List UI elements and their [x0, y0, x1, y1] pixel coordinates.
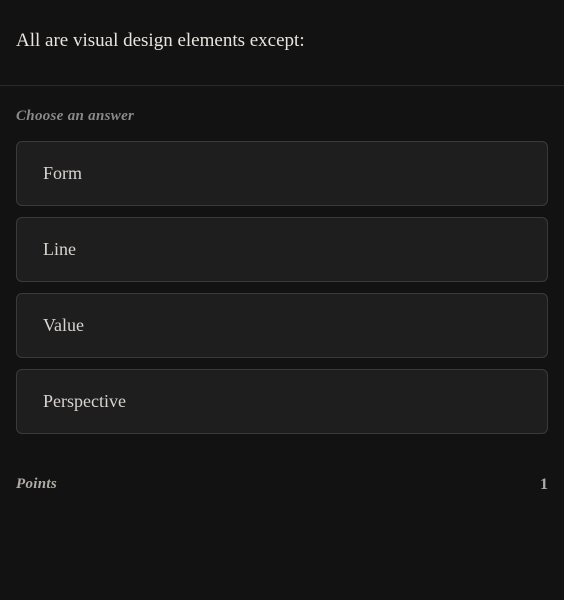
answer-option-value[interactable]: Value	[16, 293, 548, 358]
answer-option-line[interactable]: Line	[16, 217, 548, 282]
question-text: All are visual design elements except:	[16, 28, 548, 55]
points-label: Points	[16, 476, 57, 493]
answer-option-form[interactable]: Form	[16, 141, 548, 206]
answer-option-perspective[interactable]: Perspective	[16, 369, 548, 434]
points-value: 1	[540, 476, 548, 494]
answer-options-list: Form Line Value Perspective	[16, 141, 548, 434]
points-row: Points 1	[0, 434, 564, 494]
question-header: All are visual design elements except:	[0, 0, 564, 86]
choose-answer-label: Choose an answer	[16, 108, 548, 125]
answer-section: Choose an answer Form Line Value Perspec…	[0, 86, 564, 434]
